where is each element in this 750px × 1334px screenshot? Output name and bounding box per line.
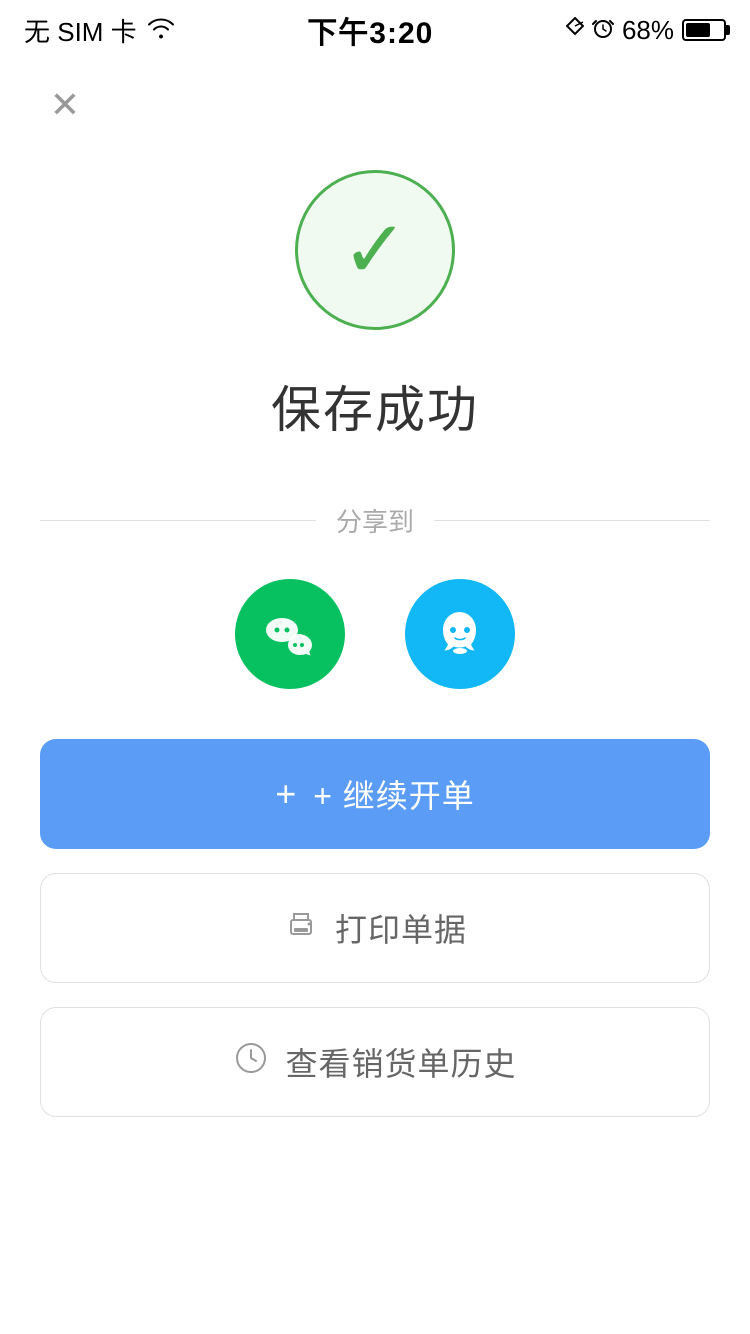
print-button[interactable]: 打印单据 [40, 873, 710, 983]
checkmark-icon: ✓ [341, 210, 408, 290]
qq-share-button[interactable] [405, 579, 515, 689]
success-title: 保存成功 [271, 370, 479, 442]
share-divider: 分享到 [40, 502, 710, 539]
close-area: ✕ [0, 60, 750, 150]
divider-line-right [434, 520, 710, 521]
wechat-icon [260, 604, 320, 664]
history-icon [233, 1040, 269, 1084]
qq-icon [430, 604, 490, 664]
print-icon [283, 906, 319, 950]
close-button[interactable]: ✕ [40, 80, 90, 130]
share-label: 分享到 [316, 502, 434, 539]
status-left: 无 SIM 卡 [24, 12, 175, 49]
status-right: 68% [566, 15, 726, 46]
location-icon [566, 15, 584, 46]
battery-icon [682, 19, 726, 41]
continue-button[interactable]: + + 继续开单 [40, 739, 710, 849]
wechat-share-button[interactable] [235, 579, 345, 689]
print-label: 打印单据 [335, 905, 467, 951]
continue-label: + 继续开单 [313, 771, 475, 817]
wifi-icon [147, 15, 175, 46]
share-icons [40, 579, 710, 689]
success-circle: ✓ [295, 170, 455, 330]
alarm-icon [592, 15, 614, 46]
history-button[interactable]: 查看销货单历史 [40, 1007, 710, 1117]
share-section: 分享到 [40, 502, 710, 689]
status-bar: 无 SIM 卡 下午3:20 68% [0, 0, 750, 60]
carrier-text: 无 SIM 卡 [24, 12, 137, 49]
continue-icon: + [275, 773, 297, 815]
battery-percentage: 68% [622, 15, 674, 46]
main-content: ✓ 保存成功 分享到 [0, 150, 750, 1334]
history-label: 查看销货单历史 [285, 1039, 516, 1085]
action-buttons: + + 继续开单 打印单据 查看销货单历 [40, 739, 710, 1117]
close-icon: ✕ [50, 87, 80, 123]
divider-line-left [40, 520, 316, 521]
status-time: 下午3:20 [307, 8, 433, 52]
